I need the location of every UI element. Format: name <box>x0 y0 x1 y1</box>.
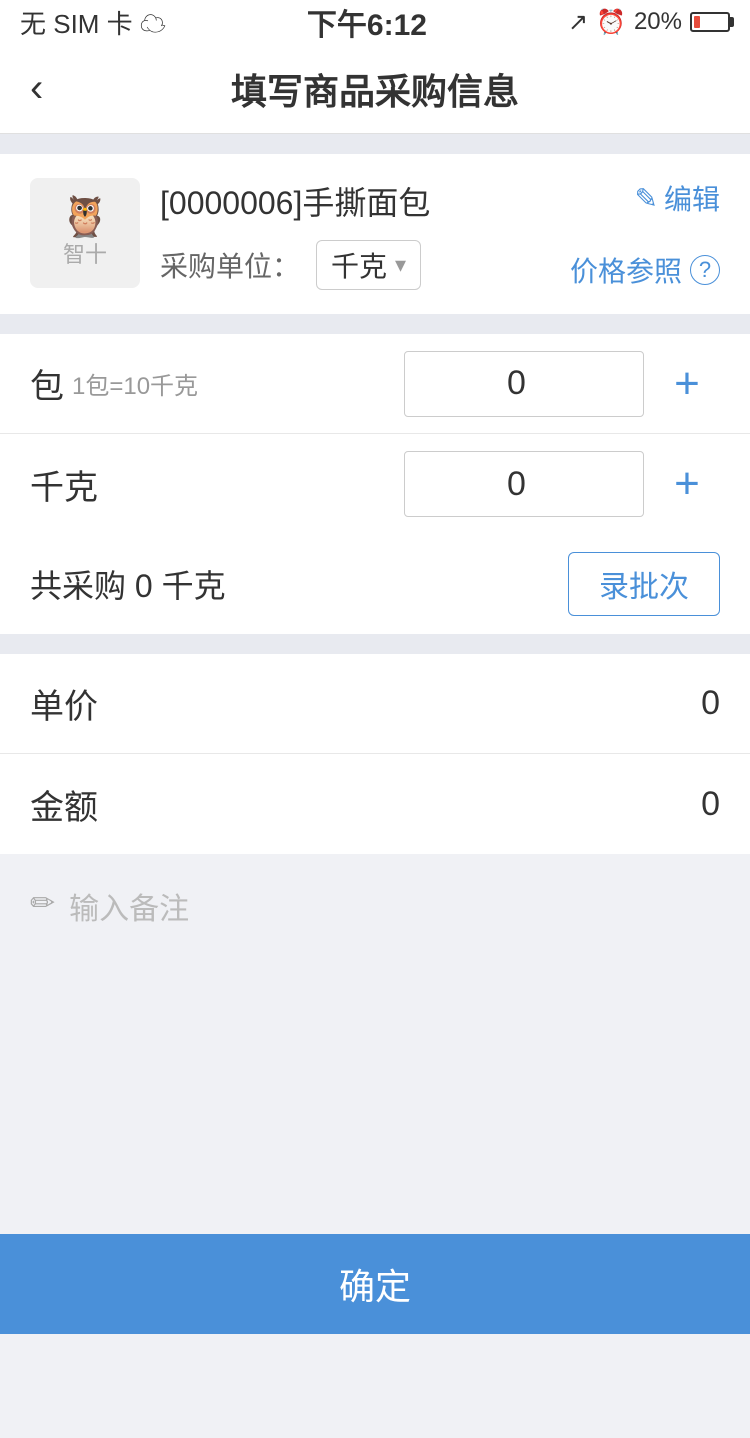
status-bar: 无 SIM 卡 ☁ 下午6:12 ↗ ⏰ 20% <box>0 0 750 44</box>
amount-value: 0 <box>701 785 720 824</box>
chevron-down-icon: ▾ <box>395 252 406 278</box>
status-left: 无 SIM 卡 ☁ <box>20 4 166 41</box>
page-title: 填写商品采购信息 <box>231 63 519 115</box>
batch-button[interactable]: 录批次 <box>568 552 720 616</box>
alarm-icon: ⏰ <box>596 8 626 37</box>
mid-divider-2 <box>0 634 750 654</box>
bag-quantity-input[interactable] <box>404 351 644 417</box>
confirm-bar[interactable]: 确定 <box>0 1234 750 1334</box>
edit-button[interactable]: ✎ 编辑 <box>635 178 720 218</box>
price-ref-button[interactable]: 价格参照 ? <box>570 250 720 290</box>
summary-row: 共采购 0 千克 录批次 <box>0 534 750 634</box>
battery-percent: 20% <box>634 8 682 36</box>
price-ref-label: 价格参照 <box>570 250 682 290</box>
note-section[interactable]: ✏ 输入备注 <box>0 854 750 958</box>
battery-indicator <box>690 12 730 32</box>
bag-label: 包 <box>30 359 64 408</box>
help-icon: ? <box>690 255 720 285</box>
edit-label: 编辑 <box>664 178 720 218</box>
unit-price-value: 0 <box>701 684 720 723</box>
amount-label: 金额 <box>30 780 98 829</box>
product-card: 🦉 智十 [0000006]手撕面包 采购单位： 千克 ▾ ✎ 编辑 价格参照 … <box>0 154 750 314</box>
edit-icon: ✎ <box>635 182 658 215</box>
kg-plus-button[interactable]: + <box>654 451 720 517</box>
summary-text: 共采购 0 千克 <box>30 561 226 607</box>
mid-divider-1 <box>0 314 750 334</box>
price-info-section: 单价 0 金额 0 <box>0 654 750 854</box>
back-button[interactable]: ‹ <box>30 66 43 111</box>
kg-label: 千克 <box>30 460 98 509</box>
sim-text: 无 SIM 卡 ☁ <box>20 4 166 41</box>
unit-label: 采购单位： <box>160 245 300 285</box>
pencil-icon: ✏ <box>30 886 55 921</box>
unit-price-label: 单价 <box>30 679 98 728</box>
bag-input-row: 包 1包=10千克 + <box>0 334 750 434</box>
kg-quantity-input[interactable] <box>404 451 644 517</box>
amount-row: 金额 0 <box>0 754 750 854</box>
unit-price-row: 单价 0 <box>0 654 750 754</box>
status-time: 下午6:12 <box>307 0 427 44</box>
location-icon: ↗ <box>568 8 588 37</box>
product-logo-text: 智十 <box>63 237 107 269</box>
unit-value: 千克 <box>331 245 387 285</box>
summary-prefix: 共采购 <box>30 568 126 604</box>
product-logo-icon: 🦉 <box>60 197 110 237</box>
input-section: 包 1包=10千克 + 千克 + <box>0 334 750 534</box>
note-placeholder: 输入备注 <box>69 884 189 928</box>
summary-unit: 千克 <box>162 568 226 604</box>
nav-bar: ‹ 填写商品采购信息 <box>0 44 750 134</box>
top-divider <box>0 134 750 154</box>
summary-amount: 0 <box>135 568 153 604</box>
bag-plus-button[interactable]: + <box>654 351 720 417</box>
product-thumbnail: 🦉 智十 <box>30 178 140 288</box>
unit-select[interactable]: 千克 ▾ <box>316 240 421 290</box>
kg-input-row: 千克 + <box>0 434 750 534</box>
confirm-button[interactable]: 确定 <box>339 1258 411 1310</box>
bag-sublabel: 1包=10千克 <box>72 366 198 401</box>
status-right: ↗ ⏰ 20% <box>568 8 730 37</box>
